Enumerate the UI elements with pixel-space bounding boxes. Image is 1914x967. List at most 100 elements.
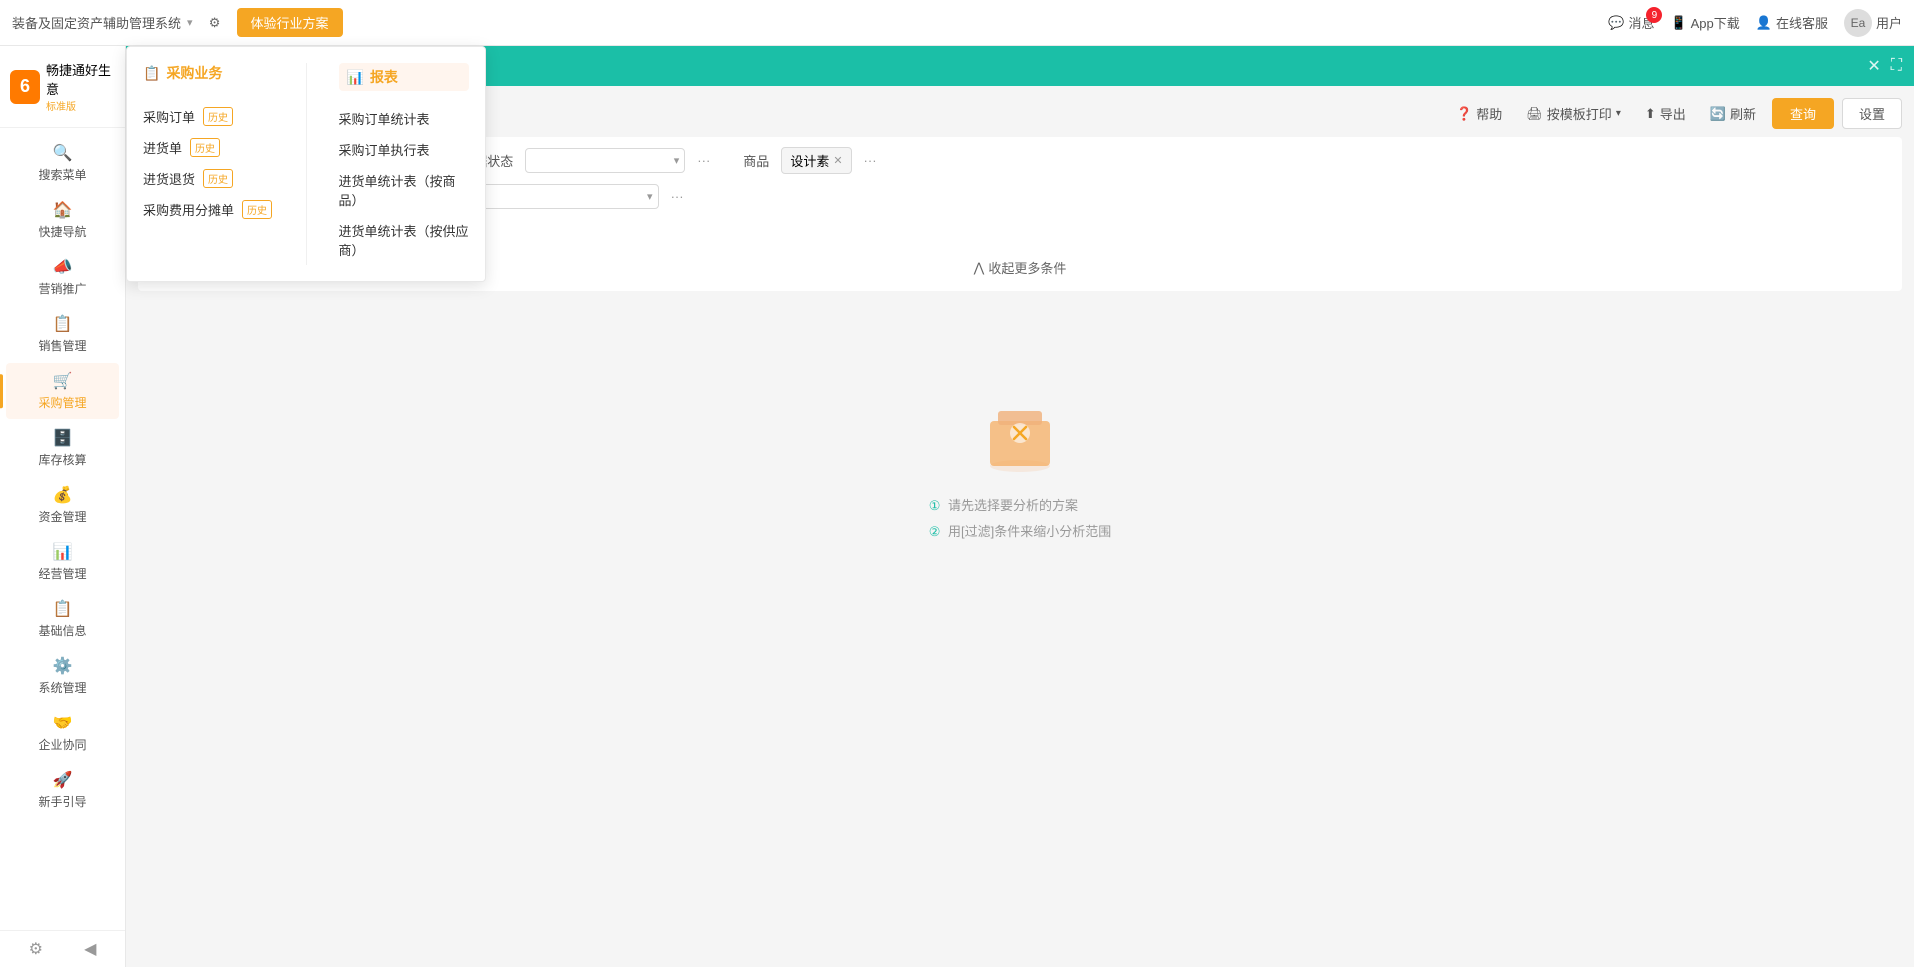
sidebar-item-quick-nav[interactable]: 🏠 快捷导航 [6, 192, 119, 248]
dropdown-item-purchase-order[interactable]: 采购订单 历史 [143, 101, 274, 132]
sidebar-item-enterprise[interactable]: 🤝 企业协同 [6, 705, 119, 761]
purchase-icon: 🛒 [53, 371, 73, 391]
sidebar-item-capital[interactable]: 💰 资金管理 [6, 477, 119, 533]
logo-line1: 畅捷通好生意 [46, 60, 115, 98]
online-service-action[interactable]: 👤 在线客服 [1756, 13, 1828, 32]
product-tag-label: 设计素 [790, 151, 829, 170]
industry-btn[interactable]: 体验行业方案 [237, 8, 343, 37]
purchase-dropdown-menu: 📋 采购业务 采购订单 历史 进货单 历史 进货退货 历史 采购费用分摊单 历史… [126, 46, 486, 282]
notif-badge: 9 [1646, 7, 1662, 23]
sidebar-item-inventory[interactable]: 🗄️ 库存核算 [6, 420, 119, 476]
dropdown-item-label: 采购订单执行表 [339, 140, 430, 159]
product-more-icon[interactable]: ··· [864, 153, 877, 168]
user-action[interactable]: Ea 用户 [1844, 9, 1902, 37]
sidebar-item-search[interactable]: 🔍 搜索菜单 [6, 135, 119, 191]
refresh-icon: 🔄 [1710, 106, 1726, 122]
status-select-wrap [525, 148, 685, 173]
dropdown-item-purchase-expense[interactable]: 采购费用分摊单 历史 [143, 194, 274, 225]
empty-hint-2: ② 用[过滤]条件来缩小分析范围 [929, 519, 1112, 545]
print-btn[interactable]: 🖨 按模板打印 ▾ [1518, 100, 1629, 127]
system-title: 装备及固定资产辅助管理系统 ▾ [12, 13, 193, 32]
sidebar-item-label: 企业协同 [38, 736, 86, 753]
system-settings-button[interactable]: ⚙ [201, 9, 229, 37]
operations-icon: 📊 [53, 542, 73, 562]
product-tag: 设计素 ✕ [781, 147, 851, 174]
sidebar-item-guide[interactable]: 🚀 新手引导 [6, 762, 119, 818]
collapse-label: 收起更多条件 [988, 258, 1066, 277]
settings-btn[interactable]: 设置 [1842, 98, 1902, 129]
sidebar-item-label: 新手引导 [38, 793, 86, 810]
help-icon: ❓ [1456, 106, 1472, 122]
hist-badge: 历史 [242, 200, 272, 219]
dropdown-item-goods-stats-by-supplier[interactable]: 进货单统计表（按供应商） [339, 215, 470, 265]
export-icon: ⬆ [1645, 106, 1656, 122]
messages-action[interactable]: 💬 消息 9 [1608, 13, 1654, 32]
sidebar-nav: 🔍 搜索菜单 🏠 快捷导航 📣 营销推广 📋 销售管理 🛒 采购管理 🗄️ [0, 128, 125, 930]
sidebar-item-purchase[interactable]: 🛒 采购管理 [6, 363, 119, 419]
purchase-col-title: 📋 采购业务 [143, 63, 274, 89]
sidebar-settings-btn[interactable]: ⚙ [29, 939, 43, 959]
dropdown-item-goods-stats-by-product[interactable]: 进货单统计表（按商品） [339, 165, 470, 215]
salesperson-more-icon[interactable]: ··· [671, 189, 684, 204]
online-service-label: 在线客服 [1776, 13, 1828, 32]
print-label: 按模板打印 [1547, 104, 1612, 123]
dropdown-divider [306, 63, 307, 265]
dropdown-item-purchase-order-stats[interactable]: 采购订单统计表 [339, 103, 470, 134]
dropdown-item-goods-return[interactable]: 进货退货 历史 [143, 163, 274, 194]
system-title-dropdown-icon[interactable]: ▾ [187, 16, 193, 29]
app-download-action[interactable]: 📱 App下载 [1670, 13, 1739, 32]
app-download-icon: 📱 [1670, 15, 1686, 31]
dropdown-item-label: 进货单 [143, 138, 182, 157]
help-btn[interactable]: ❓ 帮助 [1448, 100, 1510, 127]
enterprise-icon: 🤝 [53, 713, 73, 733]
status-select[interactable] [525, 148, 685, 173]
purchase-col-icon: 📋 [143, 65, 160, 82]
refresh-btn[interactable]: 🔄 刷新 [1702, 100, 1764, 127]
empty-icon [970, 381, 1070, 481]
search-icon: 🔍 [53, 143, 73, 163]
hist-badge: 历史 [203, 107, 233, 126]
top-bar-left: 装备及固定资产辅助管理系统 ▾ ⚙ 体验行业方案 [12, 8, 1608, 37]
export-label: 导出 [1660, 104, 1686, 123]
logo-icon: 6 [10, 70, 40, 104]
query-btn[interactable]: 查询 [1772, 98, 1834, 129]
reports-col-title: 📊 报表 [339, 63, 470, 91]
sidebar-item-marketing[interactable]: 📣 营销推广 [6, 249, 119, 305]
top-bar-right: 💬 消息 9 📱 App下载 👤 在线客服 Ea 用户 [1608, 9, 1902, 37]
dropdown-item-label: 进货退货 [143, 169, 195, 188]
sidebar-item-system[interactable]: ⚙️ 系统管理 [6, 648, 119, 704]
reports-col-icon: 📊 [347, 69, 364, 86]
dropdown-item-goods-receipt[interactable]: 进货单 历史 [143, 132, 274, 163]
sidebar-item-basic[interactable]: 📋 基础信息 [6, 591, 119, 647]
export-btn[interactable]: ⬆ 导出 [1637, 100, 1694, 127]
reports-col: 📊 报表 采购订单统计表 采购订单执行表 进货单统计表（按商品） 进货单统计表（… [339, 63, 470, 265]
purchase-col: 📋 采购业务 采购订单 历史 进货单 历史 进货退货 历史 采购费用分摊单 历史 [143, 63, 274, 265]
sidebar-logo: 6 畅捷通好生意 标准版 [0, 46, 125, 128]
print-dropdown-icon: ▾ [1616, 108, 1621, 119]
dropdown-item-label: 采购订单 [143, 107, 195, 126]
sidebar-item-label: 基础信息 [38, 622, 86, 639]
logo-text: 畅捷通好生意 标准版 [46, 60, 115, 113]
salesperson-select[interactable] [479, 184, 659, 209]
tab-actions: ✕ ⛶ [1855, 56, 1914, 76]
sidebar-item-label: 销售管理 [38, 337, 86, 354]
sidebar-item-sales[interactable]: 📋 销售管理 [6, 306, 119, 362]
home-icon: 🏠 [53, 200, 73, 220]
sidebar-bottom: ⚙ ◀ [0, 930, 125, 967]
logo-sub: 标准版 [46, 98, 115, 113]
tab-close-all-icon[interactable]: ✕ [1867, 56, 1880, 76]
sidebar-item-label: 资金管理 [38, 508, 86, 525]
sales-icon: 📋 [53, 314, 73, 334]
sidebar-item-operations[interactable]: 📊 经营管理 [6, 534, 119, 590]
salesperson-select-wrap [479, 184, 659, 209]
status-more-icon[interactable]: ··· [697, 153, 710, 168]
online-service-icon: 👤 [1756, 15, 1772, 31]
user-label: 用户 [1876, 13, 1902, 32]
dropdown-item-purchase-order-exec[interactable]: 采购订单执行表 [339, 134, 470, 165]
sidebar-collapse-btn[interactable]: ◀ [84, 939, 96, 959]
dropdown-item-label: 进货单统计表（按商品） [339, 171, 470, 209]
empty-state: ① 请先选择要分析的方案 ② 用[过滤]条件来缩小分析范围 [138, 301, 1902, 625]
marketing-icon: 📣 [53, 257, 73, 277]
tab-expand-icon[interactable]: ⛶ [1891, 57, 1902, 75]
product-tag-close[interactable]: ✕ [833, 154, 842, 167]
